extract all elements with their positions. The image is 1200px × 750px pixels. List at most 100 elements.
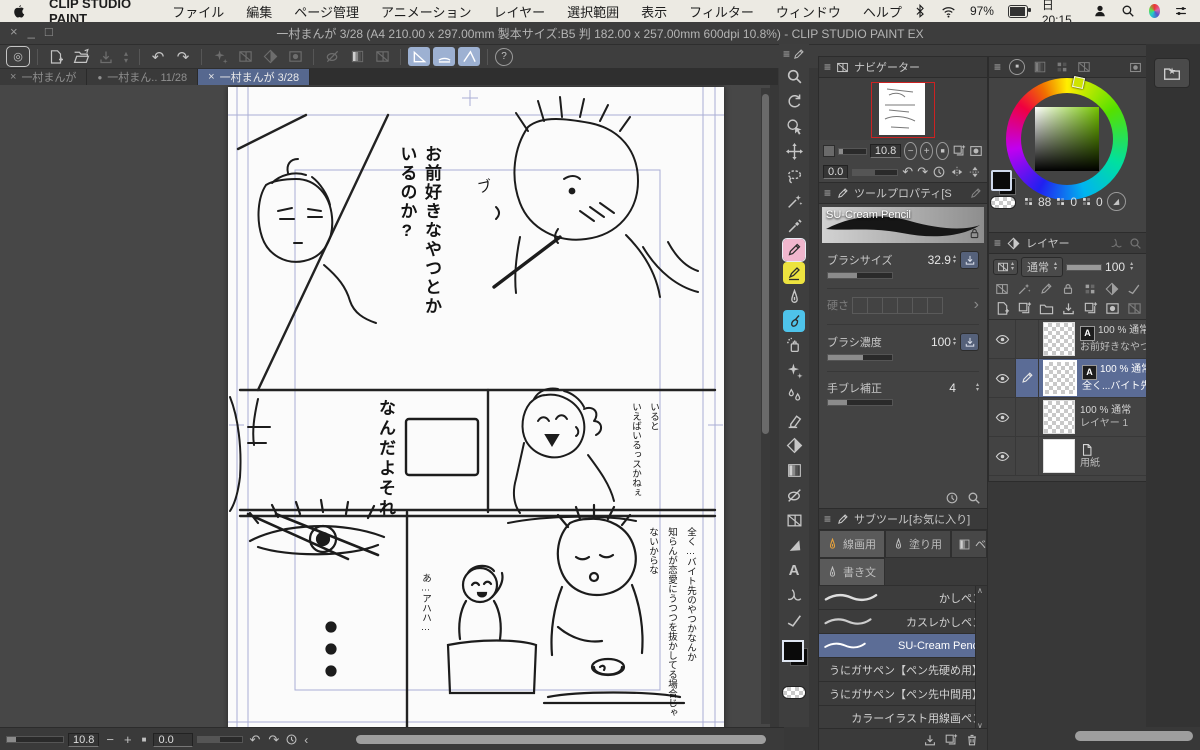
clip-to-layer-below-icon[interactable] — [995, 282, 1009, 296]
history-icon[interactable] — [945, 491, 959, 505]
canvas-hscrollbar-thumb[interactable] — [356, 735, 766, 744]
tab-ichimura-3-28-active[interactable]: × 一村まんが 3/28 — [198, 69, 311, 85]
zoom-slider-chip[interactable] — [823, 145, 835, 157]
menu-window[interactable]: ウィンドウ — [765, 2, 852, 21]
color-history-tab-icon[interactable] — [1077, 60, 1091, 74]
rotate-right-button[interactable]: ↷ — [917, 164, 928, 180]
snap-to-grid-button[interactable] — [458, 47, 480, 66]
dual-view-button[interactable] — [952, 144, 966, 158]
statusbar-rotation-value[interactable]: 0.0 — [153, 732, 194, 747]
siri-icon[interactable] — [1148, 4, 1160, 18]
airbrush-tool[interactable] — [782, 333, 806, 357]
brush-tool[interactable] — [783, 310, 805, 332]
subtool-group-linework[interactable]: 線画用 — [819, 530, 885, 558]
main-color-chip-selected[interactable] — [782, 640, 804, 662]
color-wheel-area[interactable]: 88 0 0 — [989, 75, 1147, 211]
menu-help[interactable]: ヘルプ — [852, 2, 913, 21]
material-palette-button[interactable]: ★ — [1154, 58, 1190, 88]
layer-name[interactable]: お前好きなやつとか — [1080, 341, 1147, 354]
subtool-group-painting[interactable]: 塗り用 — [885, 530, 951, 558]
color-mode-toggle-button[interactable] — [1106, 192, 1126, 211]
reset-rotation-button[interactable] — [932, 165, 946, 179]
brush-size-slider[interactable] — [827, 272, 893, 279]
menu-selection[interactable]: 選択範囲 — [556, 2, 630, 21]
statusbar-zoom-out[interactable]: − — [103, 732, 117, 747]
brush-item-color-illust-pen[interactable]: カラーイラスト用線画ペン — [819, 706, 987, 730]
selection-clear-button[interactable] — [371, 47, 393, 66]
statusbar-zoom-slider[interactable] — [6, 736, 64, 743]
statusbar-zoom-value[interactable]: 10.8 — [68, 732, 100, 747]
polyline-tool[interactable] — [782, 533, 806, 557]
delete-subtool-icon[interactable] — [965, 733, 979, 747]
layer-visible-eye-icon[interactable] — [989, 410, 1015, 425]
dock-scrollbar-thumb[interactable] — [1075, 731, 1193, 741]
pencil-tool-selected[interactable] — [782, 238, 806, 262]
reference-layer-icon[interactable] — [1017, 282, 1031, 296]
new-folder-icon[interactable] — [1039, 301, 1054, 316]
statusbar-rotate-right[interactable]: ↷ — [266, 732, 281, 748]
layer-opacity-stepper[interactable]: ▴ ▾ — [1130, 261, 1133, 272]
layer-row-paper[interactable]: 用紙 — [989, 437, 1147, 476]
brush-size-stepper[interactable]: ▴ ▾ — [953, 254, 956, 265]
undo-button[interactable]: ↶ — [147, 47, 169, 66]
navigator-rotation-slider[interactable] — [852, 168, 899, 176]
zoom-tool[interactable] — [782, 64, 806, 88]
merge-to-lower-icon[interactable] — [1083, 301, 1098, 316]
open-file-button[interactable] — [70, 47, 92, 66]
control-center-icon[interactable] — [1174, 4, 1188, 18]
import-subtool-icon[interactable] — [923, 733, 937, 747]
brush-density-stepper[interactable]: ▴ ▾ — [953, 336, 956, 347]
brush-list-scrollbar[interactable]: ∧ ∨ — [975, 586, 987, 730]
menu-edit[interactable]: 編集 — [235, 2, 283, 21]
menu-page-management[interactable]: ページ管理 — [283, 2, 370, 21]
clip-logo-button[interactable]: ◎ — [6, 46, 30, 67]
subtool-group-fill[interactable]: ベタ用 — [951, 530, 987, 558]
tool-palette-menu-icon[interactable]: ≡ — [783, 47, 790, 61]
tab-close-icon[interactable]: × — [10, 71, 16, 83]
navigator-menu-icon[interactable]: ≡ — [824, 60, 831, 74]
rotate-canvas-tool[interactable] — [782, 89, 806, 113]
canvas-vscrollbar-thumb[interactable] — [762, 94, 769, 434]
transfer-to-lower-icon[interactable] — [1061, 301, 1076, 316]
hardness-segments[interactable] — [852, 296, 943, 314]
layers-menu-icon[interactable]: ≡ — [994, 236, 1001, 250]
balloon-tool[interactable] — [782, 583, 806, 607]
crop-button[interactable] — [284, 47, 306, 66]
layer-name[interactable]: 全く...バイト先のや — [1082, 380, 1147, 393]
statusbar-collapse-arrow[interactable]: ‹ — [302, 733, 310, 747]
tab-ichimura-11-28[interactable]: ● 一村まん.. 11/28 — [87, 69, 199, 85]
layer-opacity-value[interactable]: 100 — [1105, 260, 1125, 274]
save-button[interactable] — [95, 47, 117, 66]
manga-page-canvas[interactable]: お前好きなやつとか いるのか? ブ なんだよそれ いると いえばいるっスかねぇ … — [228, 87, 724, 727]
brush-preview[interactable]: SU-Cream Pencil — [822, 207, 984, 243]
navigator-preview[interactable] — [819, 78, 987, 140]
full-view-button[interactable] — [969, 144, 983, 158]
selection-fill-button[interactable] — [346, 47, 368, 66]
layer-edit-column[interactable] — [1015, 437, 1039, 475]
layer-visible-eye-icon[interactable] — [989, 449, 1015, 464]
statusbar-reset-rotation[interactable] — [285, 733, 298, 746]
layer-row-raster-1[interactable]: 100 % 通常 レイヤー 1 — [989, 398, 1147, 437]
pen-tool[interactable] — [782, 285, 806, 309]
lock-transparent-pixels-icon[interactable] — [1083, 282, 1097, 296]
selection-tool[interactable] — [782, 164, 806, 188]
selection-border-button[interactable] — [321, 47, 343, 66]
duplicate-subtool-icon[interactable] — [944, 733, 958, 747]
brush-density-value[interactable]: 100 — [931, 335, 951, 349]
bluetooth-icon[interactable] — [913, 4, 927, 18]
navigator-zoom-slider[interactable] — [837, 147, 867, 155]
fit-to-screen-button[interactable]: ■ — [936, 142, 950, 160]
menu-animation[interactable]: アニメーション — [370, 2, 482, 21]
layer-thumbnail[interactable] — [1043, 322, 1075, 356]
layer-name[interactable]: レイヤー 1 — [1080, 417, 1147, 430]
eraser-tool[interactable] — [782, 408, 806, 432]
saturation-value[interactable]: 0 — [1070, 195, 1077, 209]
statusbar-rotate-left[interactable]: ↶ — [247, 732, 262, 748]
zoom-out-button[interactable]: − — [904, 142, 918, 160]
layer-row-text-2-selected[interactable]: A100 % 通常 全く...バイト先のや — [989, 359, 1147, 398]
color-panel-dropdown-icon[interactable] — [1129, 61, 1142, 74]
statusbar-fit-button[interactable]: ■ — [139, 735, 150, 744]
tab-ichimura-manga[interactable]: × 一村まんが — [0, 69, 88, 85]
marker-tool[interactable] — [783, 262, 805, 284]
layer-property-tab-icon[interactable] — [1110, 237, 1123, 250]
